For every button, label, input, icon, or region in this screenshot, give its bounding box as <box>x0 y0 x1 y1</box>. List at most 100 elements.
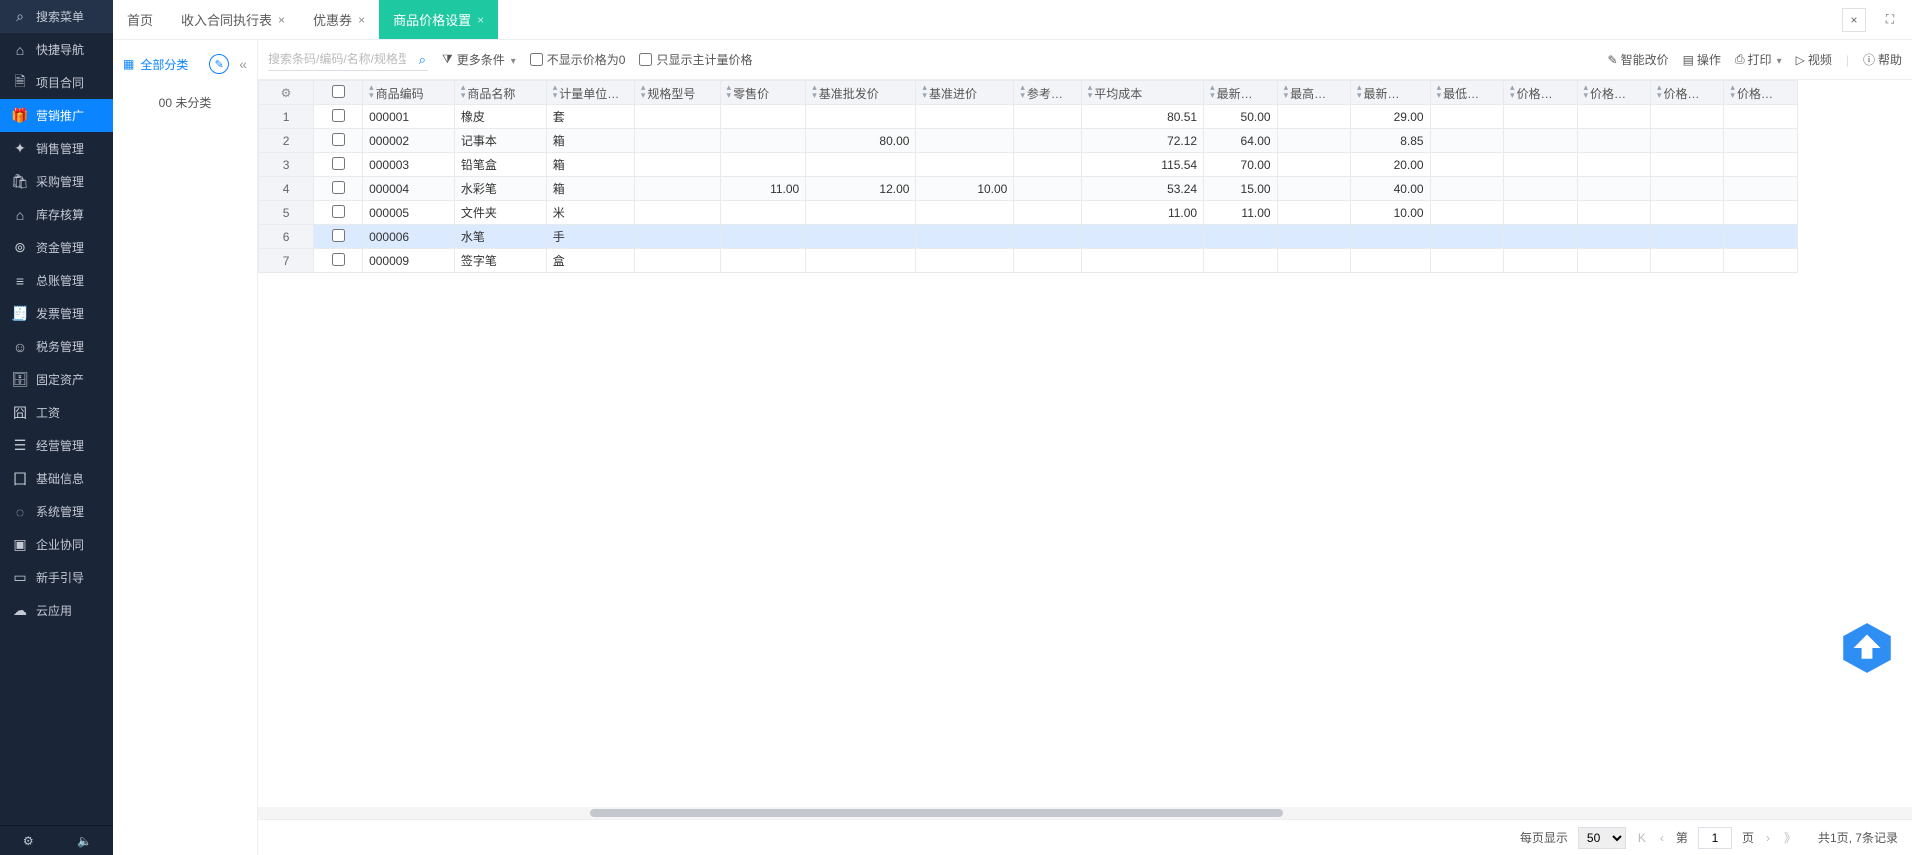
column-code[interactable]: ▴▾商品编码 <box>363 81 455 105</box>
sidebar-item-label: 库存核算 <box>36 206 84 223</box>
tree-node-uncategorized[interactable]: 00 未分类 <box>123 90 247 115</box>
fullscreen-button[interactable]: ⛶ <box>1878 8 1902 32</box>
table-row[interactable]: 1000001橡皮套80.5150.0029.00 <box>259 105 1798 129</box>
sidebar-item-4[interactable]: ✦销售管理 <box>0 132 113 165</box>
search-input[interactable] <box>268 48 428 71</box>
column-unit[interactable]: ▴▾计量单位… <box>546 81 634 105</box>
sidebar-item-6[interactable]: ⌂库存核算 <box>0 198 113 231</box>
column-name[interactable]: ▴▾商品名称 <box>454 81 546 105</box>
search-icon[interactable]: ⌕ <box>419 52 426 68</box>
video-button[interactable]: ▷视频 <box>1796 51 1832 68</box>
cell-low <box>1430 201 1503 225</box>
table-row[interactable]: 6000006水笔手 <box>259 225 1798 249</box>
sidebar-item-12[interactable]: 囧工资 <box>0 396 113 429</box>
table-row[interactable]: 7000009签字笔盒 <box>259 249 1798 273</box>
cell-p2 <box>1577 249 1650 273</box>
help-button[interactable]: ⓘ帮助 <box>1863 51 1902 68</box>
column-ref[interactable]: ▴▾参考… <box>1014 81 1081 105</box>
only-main-unit-checkbox[interactable]: 只显示主计量价格 <box>639 51 752 68</box>
close-icon[interactable]: × <box>358 13 365 27</box>
cell-retail: 11.00 <box>720 177 806 201</box>
cell-name: 文件夹 <box>454 201 546 225</box>
sidebar-item-label: 发票管理 <box>36 305 84 322</box>
tab-2[interactable]: 优惠券× <box>299 0 379 39</box>
tab-0[interactable]: 首页 <box>113 0 167 39</box>
sound-button[interactable]: 🔈 <box>57 826 114 855</box>
cell-latest: 50.00 <box>1204 105 1277 129</box>
operations-button[interactable]: ▤操作 <box>1683 51 1721 68</box>
column-p1[interactable]: ▴▾价格… <box>1504 81 1577 105</box>
last-page-button[interactable]: 》 <box>1782 829 1798 846</box>
page-input[interactable] <box>1698 827 1732 849</box>
smart-edit-button[interactable]: ✎智能改价 <box>1608 51 1669 68</box>
next-page-button[interactable]: › <box>1764 831 1772 845</box>
row-checkbox[interactable] <box>332 253 345 266</box>
sidebar-item-18[interactable]: ☁云应用 <box>0 594 113 627</box>
row-checkbox[interactable] <box>332 181 345 194</box>
cell-wholesale: 12.00 <box>806 177 916 201</box>
print-button[interactable]: ⎙打印 <box>1735 51 1782 68</box>
tabs-bar: 首页收入合同执行表×优惠券×商品价格设置× × ⛶ <box>113 0 1912 40</box>
cell-code: 000009 <box>363 249 455 273</box>
sidebar-item-14[interactable]: 囗基础信息 <box>0 462 113 495</box>
row-checkbox[interactable] <box>332 229 345 242</box>
close-all-tabs-button[interactable]: × <box>1842 8 1866 32</box>
column-settings[interactable]: ⚙ <box>259 81 314 105</box>
horizontal-scrollbar[interactable] <box>258 807 1912 819</box>
assistant-button[interactable] <box>1840 621 1894 675</box>
row-checkbox[interactable] <box>332 133 345 146</box>
close-icon[interactable]: × <box>477 13 484 27</box>
row-checkbox[interactable] <box>332 109 345 122</box>
sidebar-item-0[interactable]: ⌕搜索菜单 <box>0 0 113 33</box>
row-checkbox[interactable] <box>332 205 345 218</box>
table-scroll[interactable]: ⚙ ▴▾商品编码 ▴▾商品名称 ▴▾计量单位… ▴▾规格型号 ▴▾零售价 ▴▾基… <box>258 80 1912 807</box>
table-row[interactable]: 5000005文件夹米11.0011.0010.00 <box>259 201 1798 225</box>
sidebar-item-1[interactable]: ⌂快捷导航 <box>0 33 113 66</box>
cell-high <box>1277 225 1350 249</box>
sidebar-item-5[interactable]: 🛍采购管理 <box>0 165 113 198</box>
column-low[interactable]: ▴▾最低… <box>1430 81 1503 105</box>
sidebar-item-2[interactable]: 🗎项目合同 <box>0 66 113 99</box>
close-icon[interactable]: × <box>278 13 285 27</box>
settings-button[interactable]: ⚙ <box>0 826 57 855</box>
edit-categories-button[interactable]: ✎ <box>209 54 229 74</box>
sidebar-item-15[interactable]: ◌系统管理 <box>0 495 113 528</box>
prev-page-button[interactable]: ‹ <box>1658 831 1666 845</box>
sidebar-item-8[interactable]: ≡总账管理 <box>0 264 113 297</box>
column-buy[interactable]: ▴▾基准进价 <box>916 81 1014 105</box>
tab-1[interactable]: 收入合同执行表× <box>167 0 299 39</box>
column-high[interactable]: ▴▾最高… <box>1277 81 1350 105</box>
column-retail[interactable]: ▴▾零售价 <box>720 81 806 105</box>
sidebar-item-9[interactable]: 🧾发票管理 <box>0 297 113 330</box>
per-page-select[interactable]: 50 <box>1578 827 1626 849</box>
column-p3[interactable]: ▴▾价格… <box>1650 81 1723 105</box>
table-row[interactable]: 4000004水彩笔箱11.0012.0010.0053.2415.0040.0… <box>259 177 1798 201</box>
sidebar-item-3[interactable]: 🎁营销推广 <box>0 99 113 132</box>
collapse-panel-button[interactable]: « <box>239 56 247 72</box>
column-latest[interactable]: ▴▾最新… <box>1204 81 1277 105</box>
row-checkbox[interactable] <box>332 157 345 170</box>
scrollbar-thumb[interactable] <box>590 809 1283 817</box>
column-p4[interactable]: ▴▾价格… <box>1724 81 1798 105</box>
more-conditions-button[interactable]: ⧩ 更多条件 <box>442 51 516 68</box>
table-row[interactable]: 2000002记事本箱80.0072.1264.008.85 <box>259 129 1798 153</box>
cell-high <box>1277 201 1350 225</box>
sidebar-item-7[interactable]: ⊚资金管理 <box>0 231 113 264</box>
sidebar-item-10[interactable]: ☺税务管理 <box>0 330 113 363</box>
all-categories-link[interactable]: 全部分类 <box>140 56 188 73</box>
sidebar-item-17[interactable]: ▭新手引导 <box>0 561 113 594</box>
pager: 每页显示 50 K ‹ 第 页 › 》 共1页, 7条记录 <box>258 819 1912 855</box>
sidebar-item-11[interactable]: 🗄固定资产 <box>0 363 113 396</box>
column-new2[interactable]: ▴▾最新… <box>1351 81 1431 105</box>
column-spec[interactable]: ▴▾规格型号 <box>634 81 720 105</box>
column-avg[interactable]: ▴▾平均成本 <box>1081 81 1203 105</box>
sidebar-item-13[interactable]: ☰经营管理 <box>0 429 113 462</box>
column-wholesale[interactable]: ▴▾基准批发价 <box>806 81 916 105</box>
tab-3[interactable]: 商品价格设置× <box>379 0 498 39</box>
table-row[interactable]: 3000003铅笔盒箱115.5470.0020.00 <box>259 153 1798 177</box>
column-p2[interactable]: ▴▾价格… <box>1577 81 1650 105</box>
hide-zero-checkbox[interactable]: 不显示价格为0 <box>530 51 626 68</box>
column-select-all[interactable] <box>314 81 363 105</box>
sidebar-item-16[interactable]: ▣企业协同 <box>0 528 113 561</box>
first-page-button[interactable]: K <box>1636 831 1648 845</box>
